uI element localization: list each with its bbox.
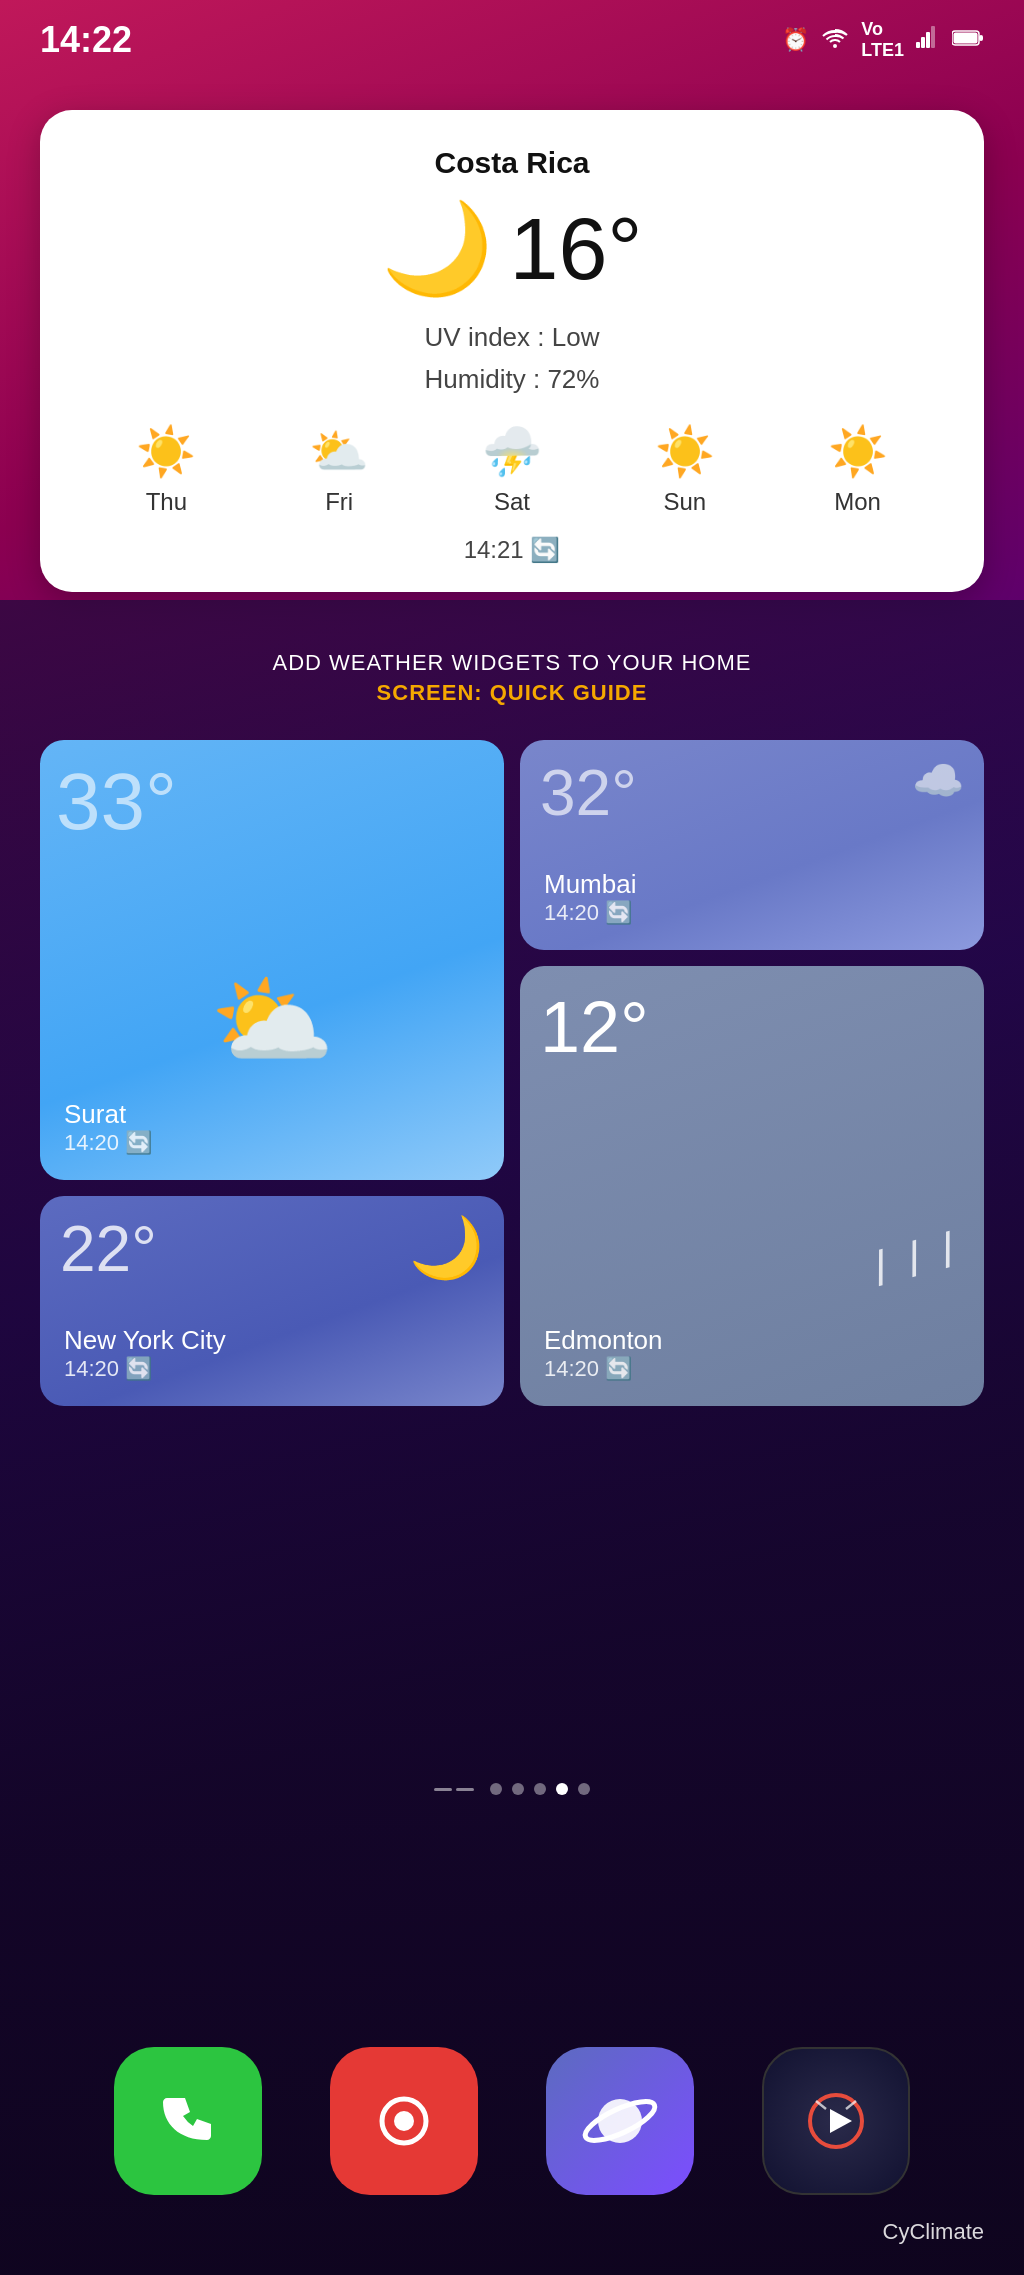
weather-icon: 🌙 (381, 196, 493, 301)
forecast-thu-day: Thu (146, 488, 187, 516)
humidity: Humidity : 72% (80, 359, 944, 401)
mumbai-cloud-icon: ☁️ (912, 756, 964, 805)
forecast-sun-icon: ☀️ (655, 424, 715, 480)
svg-marker-12 (830, 2109, 852, 2133)
weather-location: Costa Rica (80, 146, 944, 180)
forecast-fri-day: Fri (325, 488, 353, 516)
newyork-bg-temp: 22° (60, 1212, 157, 1286)
mumbai-time: 14:20 🔄 (544, 900, 636, 926)
mumbai-city: Mumbai (544, 869, 636, 900)
status-bar: 14:22 ⏰ VoLTE1 (0, 0, 1024, 80)
forecast-sun-day: Sun (663, 488, 706, 516)
quick-guide-banner: ADD WEATHER WIDGETS TO YOUR HOME SCREEN:… (0, 640, 1024, 716)
widget-newyork[interactable]: 22° 🌙 New York City 14:20 🔄 (40, 1196, 504, 1406)
forecast-sat: ⛈️ Sat (482, 424, 542, 516)
forecast-thu: ☀️ Thu (136, 424, 196, 516)
surat-time: 14:20 🔄 (64, 1130, 152, 1156)
newyork-moon-icon: 🌙 (409, 1212, 484, 1283)
status-icons: ⏰ VoLTE1 (782, 19, 984, 61)
widget-edmonton[interactable]: 12° / / / Edmonton 14:20 🔄 (520, 966, 984, 1406)
weather-timestamp: 14:21 🔄 (80, 536, 944, 564)
wifi-icon (821, 26, 849, 54)
dock-video-app[interactable] (762, 2047, 910, 2195)
forecast-sat-day: Sat (494, 488, 530, 516)
svg-rect-3 (931, 26, 935, 48)
alarm-icon: ⏰ (782, 27, 809, 53)
svg-rect-2 (926, 32, 930, 48)
svg-point-8 (394, 2111, 414, 2131)
indicator-lines (434, 1788, 474, 1791)
weather-main: 🌙 16° (80, 196, 944, 301)
forecast-mon-day: Mon (834, 488, 881, 516)
edmonton-time: 14:20 🔄 (544, 1356, 663, 1382)
forecast-sun: ☀️ Sun (655, 424, 715, 516)
svg-rect-6 (954, 33, 978, 44)
status-time: 14:22 (40, 19, 132, 61)
forecast-mon: ☀️ Mon (828, 424, 888, 516)
widget-mumbai[interactable]: 32° ☁️ Mumbai 14:20 🔄 (520, 740, 984, 950)
weather-details: UV index : Low Humidity : 72% (80, 317, 944, 400)
forecast-thu-icon: ☀️ (136, 424, 196, 480)
banner-line1: ADD WEATHER WIDGETS TO YOUR HOME (0, 650, 1024, 676)
svg-rect-0 (916, 42, 920, 48)
indicator-2[interactable] (512, 1783, 524, 1795)
main-weather-widget: Costa Rica 🌙 16° UV index : Low Humidity… (40, 110, 984, 592)
indicator-1[interactable] (490, 1783, 502, 1795)
svg-rect-1 (921, 37, 925, 48)
indicator-5[interactable] (578, 1783, 590, 1795)
edmonton-city: Edmonton (544, 1325, 663, 1356)
volte-icon: VoLTE1 (861, 19, 904, 61)
forecast-fri: ⛅ Fri (309, 424, 369, 516)
widget-surat[interactable]: 33° ⛅ Surat 14:20 🔄 (40, 740, 504, 1180)
surat-icon: ⛅ (210, 962, 335, 1080)
forecast-mon-icon: ☀️ (828, 424, 888, 480)
forecast-sat-icon: ⛈️ (482, 424, 542, 480)
rain-lines-icon: / / / (868, 1221, 966, 1297)
dock (0, 2047, 1024, 2195)
dock-browser-app[interactable] (546, 2047, 694, 2195)
mumbai-bg-temp: 32° (540, 756, 637, 830)
forecast-fri-icon: ⛅ (309, 424, 369, 480)
page-indicators (0, 1783, 1024, 1795)
dock-phone-app[interactable] (114, 2047, 262, 2195)
indicator-4[interactable] (556, 1783, 568, 1795)
newyork-time: 14:20 🔄 (64, 1356, 226, 1382)
svg-rect-5 (979, 35, 983, 41)
weather-temperature: 16° (509, 198, 642, 300)
indicator-3[interactable] (534, 1783, 546, 1795)
uv-index: UV index : Low (80, 317, 944, 359)
surat-bg-temp: 33° (56, 756, 177, 848)
watermark: CyClimate (883, 2219, 984, 2245)
surat-city: Surat (64, 1099, 152, 1130)
banner-line2: SCREEN: QUICK GUIDE (0, 680, 1024, 706)
newyork-city: New York City (64, 1325, 226, 1356)
dock-screen-recorder-app[interactable] (330, 2047, 478, 2195)
signal-icon (916, 26, 940, 54)
battery-icon (952, 27, 984, 53)
forecast-row: ☀️ Thu ⛅ Fri ⛈️ Sat ☀️ Sun ☀️ Mon (80, 424, 944, 516)
edmonton-temp: 12° (540, 986, 649, 1068)
